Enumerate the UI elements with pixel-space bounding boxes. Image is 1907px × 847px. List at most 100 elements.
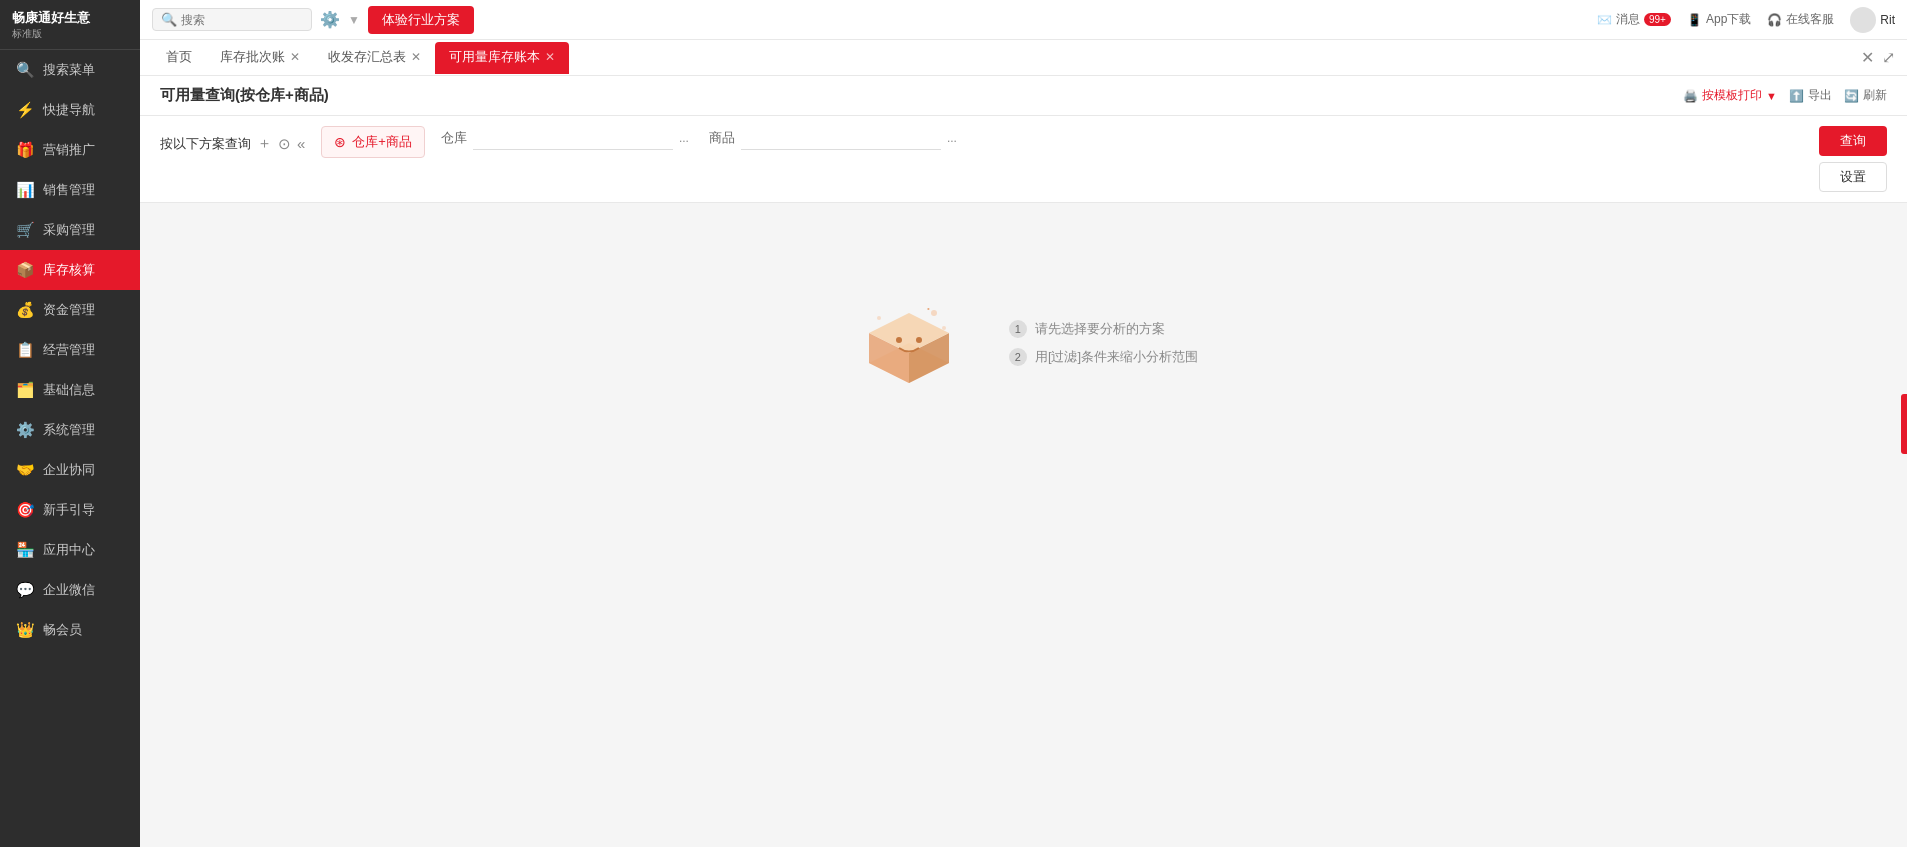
app-download-button[interactable]: 📱 App下载 bbox=[1687, 11, 1751, 28]
filter-area: 按以下方案查询 ＋ ⊙ « ⊛ 仓库+商品 仓库 ... 商品 bbox=[140, 116, 1907, 203]
sidebar-item-tutorial[interactable]: 🎯 新手引导 bbox=[0, 490, 140, 530]
sidebar-item-marketing[interactable]: 🎁 营销推广 bbox=[0, 130, 140, 170]
refresh-button[interactable]: 🔄 刷新 bbox=[1844, 87, 1887, 104]
tab-home[interactable]: 首页 bbox=[152, 42, 206, 74]
hint-item-1: 1 请先选择要分析的方案 bbox=[1009, 320, 1198, 338]
store-icon: 🏪 bbox=[16, 541, 35, 559]
sidebar-logo-subtitle: 标准版 bbox=[12, 27, 128, 41]
sidebar-item-app[interactable]: 🏪 应用中心 bbox=[0, 530, 140, 570]
svg-point-6 bbox=[931, 310, 937, 316]
sidebar-item-inventory[interactable]: 📦 库存核算 bbox=[0, 250, 140, 290]
sidebar-label-inventory: 库存核算 bbox=[43, 261, 95, 279]
query-fields: 仓库 ... 商品 ... bbox=[441, 126, 1803, 150]
message-button[interactable]: ✉️ 消息 99+ bbox=[1597, 11, 1671, 28]
sidebar-item-shortcut[interactable]: ⚡ 快捷导航 bbox=[0, 90, 140, 130]
add-scheme-icon[interactable]: ＋ bbox=[257, 134, 272, 153]
export-label: 导出 bbox=[1808, 87, 1832, 104]
product-input[interactable] bbox=[741, 126, 941, 150]
sidebar-item-member[interactable]: 👑 畅会员 bbox=[0, 610, 140, 650]
template-print-label: 按模板打印 bbox=[1702, 87, 1762, 104]
export-button[interactable]: ⬆️ 导出 bbox=[1789, 87, 1832, 104]
product-field-group: 商品 ... bbox=[709, 126, 957, 150]
tabbar: 首页 库存批次账 ✕ 收发存汇总表 ✕ 可用量库存账本 ✕ ✕ ⤢ bbox=[140, 40, 1907, 76]
tab-batch-ledger[interactable]: 库存批次账 ✕ bbox=[206, 42, 314, 74]
sidebar-label-search: 搜索菜单 bbox=[43, 61, 95, 79]
lightning-icon: ⚡ bbox=[16, 101, 35, 119]
tab-close-batch[interactable]: ✕ bbox=[290, 50, 300, 64]
search-icon: 🔍 bbox=[16, 61, 35, 79]
empty-illustration: • bbox=[849, 283, 969, 403]
tab-close-available[interactable]: ✕ bbox=[545, 50, 555, 64]
filter-label-group: 按以下方案查询 ＋ ⊙ « bbox=[160, 126, 305, 153]
sidebar-item-wechat[interactable]: 💬 企业微信 bbox=[0, 570, 140, 610]
sidebar-item-finance[interactable]: 💰 资金管理 bbox=[0, 290, 140, 330]
gear-icon: ⚙️ bbox=[16, 421, 35, 439]
sidebar-scroll: 🔍 搜索菜单 ⚡ 快捷导航 🎁 营销推广 📊 销售管理 🛒 采购管理 📦 库存核… bbox=[0, 50, 140, 847]
hint-num-2: 2 bbox=[1009, 348, 1027, 366]
warehouse-input[interactable] bbox=[473, 126, 673, 150]
user-avatar bbox=[1850, 7, 1876, 33]
setting-button[interactable]: 设置 bbox=[1819, 162, 1887, 192]
user-menu[interactable]: Rit bbox=[1850, 7, 1895, 33]
sidebar-item-basic[interactable]: 🗂️ 基础信息 bbox=[0, 370, 140, 410]
sidebar-item-purchase[interactable]: 🛒 采购管理 bbox=[0, 210, 140, 250]
sidebar-item-operation[interactable]: 📋 经营管理 bbox=[0, 330, 140, 370]
tabbar-right: ✕ ⤢ bbox=[1861, 48, 1895, 67]
app-label: App下载 bbox=[1706, 11, 1751, 28]
product-label: 商品 bbox=[709, 129, 735, 147]
search-icon: 🔍 bbox=[161, 12, 177, 27]
tab-available-label: 可用量库存账本 bbox=[449, 48, 540, 66]
content-area: 可用量查询(按仓库+商品) 🖨️ 按模板打印 ▼ ⬆️ 导出 🔄 刷新 bbox=[140, 76, 1907, 847]
scheme-icon: ⊛ bbox=[334, 134, 346, 150]
sidebar-logo-title: 畅康通好生意 bbox=[12, 10, 128, 27]
hint-text-1: 请先选择要分析的方案 bbox=[1035, 320, 1165, 338]
sidebar-item-enterprise[interactable]: 🤝 企业协同 bbox=[0, 450, 140, 490]
tab-deposit-summary[interactable]: 收发存汇总表 ✕ bbox=[314, 42, 435, 74]
sidebar-label-shortcut: 快捷导航 bbox=[43, 101, 95, 119]
sidebar-label-finance: 资金管理 bbox=[43, 301, 95, 319]
target-icon: 🎯 bbox=[16, 501, 35, 519]
svg-text:•: • bbox=[927, 304, 930, 313]
headset-icon: 🎧 bbox=[1767, 13, 1782, 27]
template-print-button[interactable]: 🖨️ 按模板打印 ▼ bbox=[1683, 87, 1777, 104]
warehouse-label: 仓库 bbox=[441, 129, 467, 147]
hint-num-1: 1 bbox=[1009, 320, 1027, 338]
online-service-button[interactable]: 🎧 在线客服 bbox=[1767, 11, 1834, 28]
tab-close-deposit[interactable]: ✕ bbox=[411, 50, 421, 64]
trial-button[interactable]: 体验行业方案 bbox=[368, 6, 474, 34]
filter-label-text: 按以下方案查询 bbox=[160, 135, 251, 153]
sidebar-label-operation: 经营管理 bbox=[43, 341, 95, 359]
topbar-chevron[interactable]: ▼ bbox=[348, 13, 360, 27]
folder-icon: 🗂️ bbox=[16, 381, 35, 399]
sidebar-label-tutorial: 新手引导 bbox=[43, 501, 95, 519]
right-scroll-handle[interactable] bbox=[1901, 394, 1907, 454]
scheme-setting-icon[interactable]: ⊙ bbox=[278, 135, 291, 153]
scheme-warehouse-product[interactable]: ⊛ 仓库+商品 bbox=[321, 126, 425, 158]
topbar-search-input[interactable] bbox=[181, 13, 291, 27]
collapse-icon[interactable]: « bbox=[297, 135, 305, 152]
topbar-search-box[interactable]: 🔍 bbox=[152, 8, 312, 31]
refresh-label: 刷新 bbox=[1863, 87, 1887, 104]
tab-batch-label: 库存批次账 bbox=[220, 48, 285, 66]
tabbar-close-icon[interactable]: ✕ bbox=[1861, 48, 1874, 67]
box-icon: 📦 bbox=[16, 261, 35, 279]
refresh-icon: 🔄 bbox=[1844, 89, 1859, 103]
product-more[interactable]: ... bbox=[947, 131, 957, 145]
handshake-icon: 🤝 bbox=[16, 461, 35, 479]
service-label: 在线客服 bbox=[1786, 11, 1834, 28]
sidebar-item-system[interactable]: ⚙️ 系统管理 bbox=[0, 410, 140, 450]
warehouse-more[interactable]: ... bbox=[679, 131, 689, 145]
sidebar-label-purchase: 采购管理 bbox=[43, 221, 95, 239]
gear-settings-icon[interactable]: ⚙️ bbox=[320, 10, 340, 29]
sidebar-item-search[interactable]: 🔍 搜索菜单 bbox=[0, 50, 140, 90]
username-label: Rit bbox=[1880, 13, 1895, 27]
chevron-down-icon[interactable]: ▼ bbox=[1766, 90, 1777, 102]
printer-icon: 🖨️ bbox=[1683, 89, 1698, 103]
hint-text-2: 用[过滤]条件来缩小分析范围 bbox=[1035, 348, 1198, 366]
tab-available-ledger[interactable]: 可用量库存账本 ✕ bbox=[435, 42, 569, 74]
page-actions: 🖨️ 按模板打印 ▼ ⬆️ 导出 🔄 刷新 bbox=[1683, 87, 1887, 104]
tabbar-expand-icon[interactable]: ⤢ bbox=[1882, 48, 1895, 67]
query-button[interactable]: 查询 bbox=[1819, 126, 1887, 156]
sidebar-item-sales[interactable]: 📊 销售管理 bbox=[0, 170, 140, 210]
action-buttons: 查询 设置 bbox=[1819, 126, 1887, 192]
